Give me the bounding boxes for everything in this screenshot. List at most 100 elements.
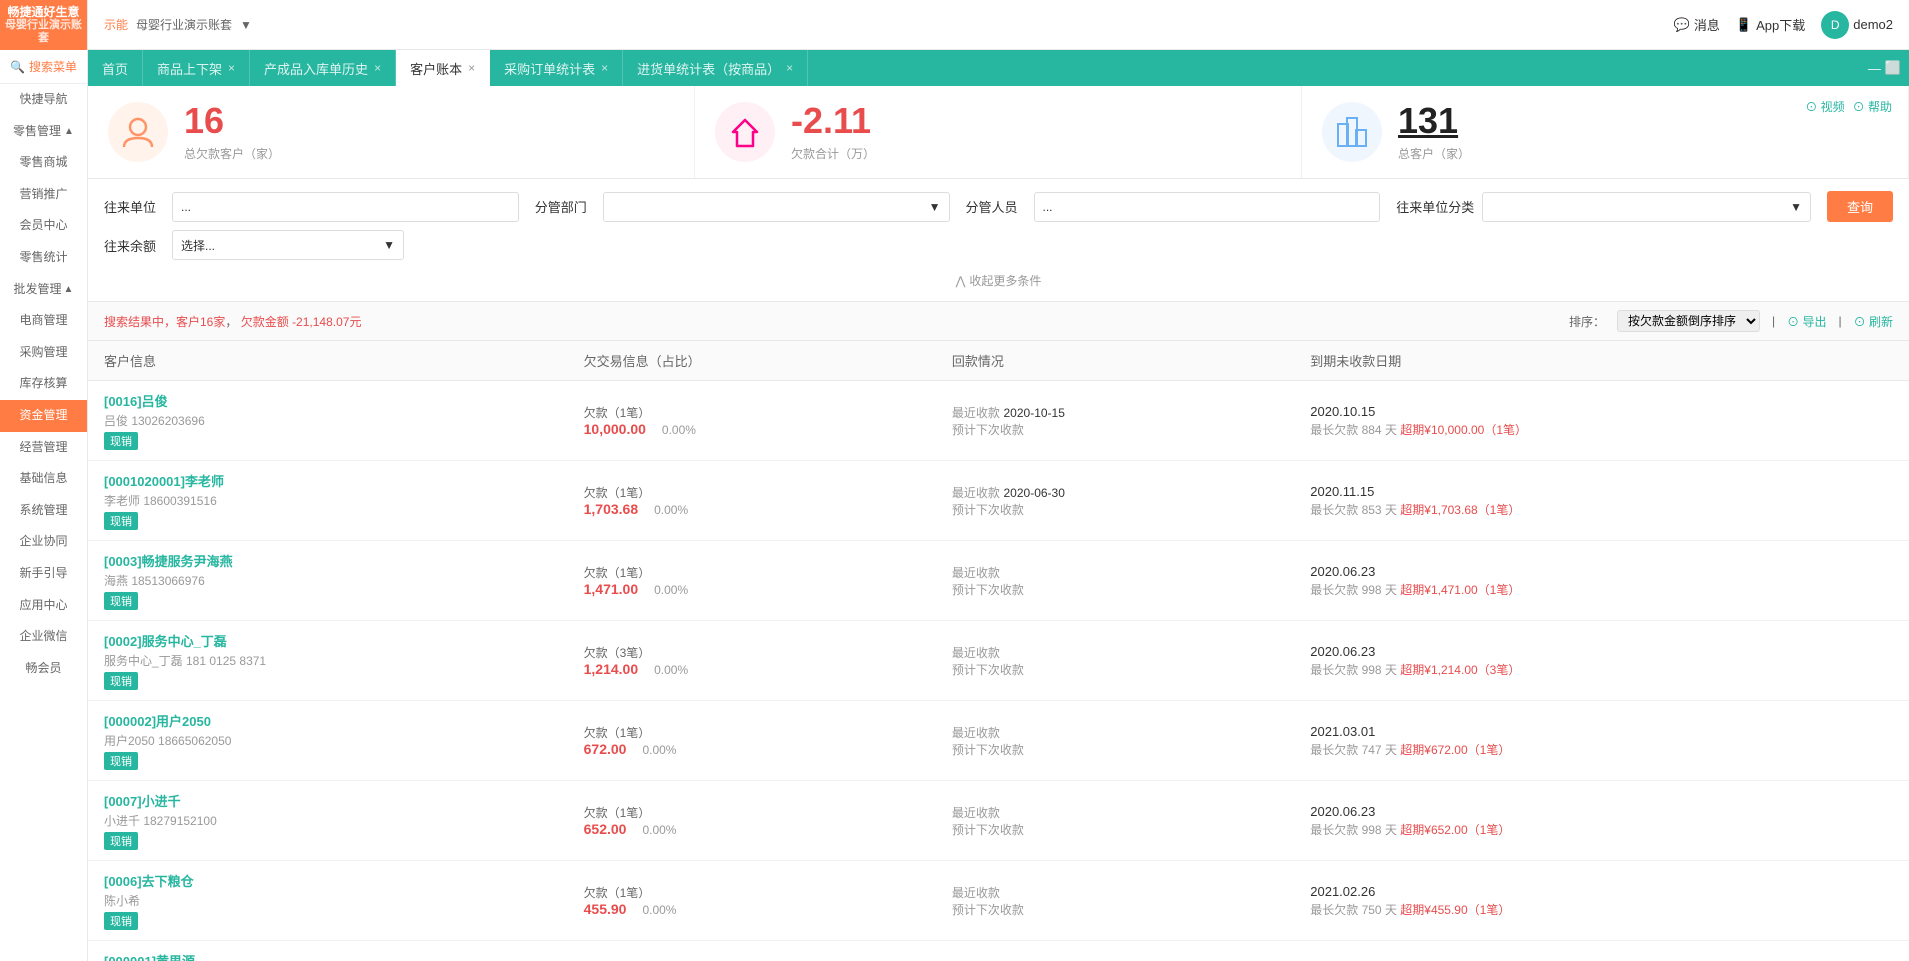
- tab-bar: 首页 商品上下架 × 产成品入库单历史 × 客户账本 × 采购订单统计表 × 进…: [88, 50, 1909, 86]
- td-repayment-3: 最近收款 预计下次收款: [936, 621, 1294, 701]
- sidebar-item-operations[interactable]: 经营管理: [0, 432, 87, 464]
- customer-name-link-3[interactable]: [0002]服务中心_丁磊: [104, 631, 552, 650]
- customer-name-link-4[interactable]: [000002]用户2050: [104, 711, 552, 730]
- due-date-3: 2020.06.23: [1310, 644, 1893, 659]
- stat-info-debt-total: -2.11 欠款合计（万）: [791, 103, 875, 162]
- overdue-link-3[interactable]: 超期¥1,214.00（3笔）: [1400, 663, 1520, 677]
- tab-purchase-stats[interactable]: 采购订单统计表 ×: [490, 50, 623, 86]
- sidebar-item-member2[interactable]: 畅会员: [0, 653, 87, 685]
- customer-name-link-0[interactable]: [0016]吕俊: [104, 391, 552, 410]
- debt-amount-5[interactable]: 652.00: [584, 821, 627, 837]
- debt-count-6: 欠款（1笔）: [584, 886, 651, 900]
- sidebar-item-wechat[interactable]: 企业微信: [0, 621, 87, 653]
- sidebar-item-retail-mgmt[interactable]: 零售管理▲: [0, 116, 87, 148]
- customer-contact-6: 陈小希: [104, 892, 552, 909]
- search-menu-button[interactable]: 🔍 搜索菜单: [0, 50, 87, 84]
- message-button[interactable]: 💬 消息: [1674, 15, 1720, 34]
- sidebar-item-wholesale[interactable]: 批发管理▲: [0, 274, 87, 306]
- tab-inbound-stats[interactable]: 进货单统计表（按商品） ×: [623, 50, 808, 86]
- customer-name-link-1[interactable]: [0001020001]李老师: [104, 471, 552, 490]
- tab-customer-ledger[interactable]: 客户账本 ×: [396, 50, 490, 86]
- sidebar-item-member[interactable]: 会员中心: [0, 210, 87, 242]
- tab-purchase-stats-close[interactable]: ×: [601, 61, 608, 75]
- td-customer-2: [0003]畅捷服务尹海燕 海燕 18513066976 现销: [88, 541, 568, 621]
- minimize-icon[interactable]: —: [1868, 61, 1881, 76]
- debt-amount-4[interactable]: 672.00: [584, 741, 627, 757]
- query-button[interactable]: 查询: [1827, 191, 1893, 222]
- sidebar-item-quick-nav[interactable]: 快捷导航: [0, 84, 87, 116]
- debt-ratio-0: 0.00%: [662, 423, 696, 437]
- customer-name-link-5[interactable]: [0007]小进千: [104, 791, 552, 810]
- customer-badge-5: 现销: [104, 832, 138, 850]
- debt-amount-1[interactable]: 1,703.68: [584, 501, 639, 517]
- tab-production-history[interactable]: 产成品入库单历史 ×: [250, 50, 396, 86]
- overdue-link-5[interactable]: 超期¥652.00（1笔）: [1400, 823, 1510, 837]
- due-date-6: 2021.02.26: [1310, 884, 1893, 899]
- customer-name-link-7[interactable]: [000001]黄思源: [104, 951, 552, 961]
- maximize-icon[interactable]: ⬜: [1885, 60, 1901, 76]
- sidebar-item-app-center[interactable]: 应用中心: [0, 590, 87, 622]
- debt-amount-6[interactable]: 455.90: [584, 901, 627, 917]
- debt-count-5: 欠款（1笔）: [584, 806, 651, 820]
- customer-name-link-6[interactable]: [0006]去下粮仓: [104, 871, 552, 890]
- next-label-4: 预计下次收款: [952, 743, 1024, 757]
- refresh-button[interactable]: ⊙ 刷新: [1854, 313, 1893, 330]
- recent-date-1: 2020-06-30: [1004, 486, 1065, 500]
- app-download-button[interactable]: 📱 App下载: [1736, 15, 1805, 34]
- debt-amount-3[interactable]: 1,214.00: [584, 661, 639, 677]
- export-label: 导出: [1802, 315, 1826, 329]
- tab-product-listing-close[interactable]: ×: [228, 61, 235, 75]
- dept-select[interactable]: ▼: [603, 192, 950, 222]
- tab-inbound-stats-close[interactable]: ×: [786, 61, 793, 75]
- debt-amount-0[interactable]: 10,000.00: [584, 421, 646, 437]
- unit-class-select[interactable]: ▼: [1482, 192, 1811, 222]
- overdue-link-4[interactable]: 超期¥672.00（1笔）: [1400, 743, 1510, 757]
- sidebar-item-basic-info[interactable]: 基础信息: [0, 463, 87, 495]
- user-menu[interactable]: D demo2: [1821, 11, 1893, 39]
- collapse-label: 收起更多条件: [969, 272, 1041, 289]
- export-button[interactable]: ⊙ 导出: [1787, 313, 1826, 330]
- debt-ratio-3: 0.00%: [654, 663, 688, 677]
- table-row: [0007]小进千 小进千 18279152100 现销 欠款（1笔） 652.…: [88, 781, 1909, 861]
- td-due-4: 2021.03.01 最长欠款 747 天 超期¥672.00（1笔）: [1294, 701, 1909, 781]
- customer-name-link-2[interactable]: [0003]畅捷服务尹海燕: [104, 551, 552, 570]
- video-button[interactable]: ⊙ 视频: [1805, 98, 1844, 115]
- overdue-link-6[interactable]: 超期¥455.90（1笔）: [1400, 903, 1510, 917]
- customer-contact-0: 吕俊 13026203696: [104, 412, 552, 429]
- overdue-days-3: 最长欠款 998 天: [1310, 663, 1400, 677]
- overdue-link-2[interactable]: 超期¥1,471.00（1笔）: [1400, 583, 1520, 597]
- sidebar-item-enterprise[interactable]: 企业协同: [0, 526, 87, 558]
- td-customer-1: [0001020001]李老师 李老师 18600391516 现销: [88, 461, 568, 541]
- refresh-label: 刷新: [1869, 315, 1893, 329]
- sidebar-item-retail-stats[interactable]: 零售统计: [0, 242, 87, 274]
- collapse-arrow: ⋀: [956, 274, 966, 288]
- sidebar-item-inventory[interactable]: 库存核算: [0, 368, 87, 400]
- sidebar-item-finance[interactable]: 资金管理: [0, 400, 87, 432]
- next-label-0: 预计下次收款: [952, 423, 1024, 437]
- tab-customer-ledger-close[interactable]: ×: [468, 61, 475, 75]
- avatar: D: [1821, 11, 1849, 39]
- dropdown-icon: ▼: [240, 18, 252, 32]
- overdue-link-0[interactable]: 超期¥10,000.00（1笔）: [1400, 423, 1527, 437]
- sidebar: 畅捷通好生意 母婴行业演示账套 🔍 搜索菜单 快捷导航 零售管理▲ 零售商城 营…: [0, 0, 88, 961]
- sidebar-item-system[interactable]: 系统管理: [0, 495, 87, 527]
- balance-select[interactable]: 选择... ▼: [172, 230, 404, 260]
- tab-product-listing[interactable]: 商品上下架 ×: [143, 50, 250, 86]
- sort-select[interactable]: 按欠款金额倒序排序: [1617, 310, 1760, 332]
- sidebar-item-ecommerce[interactable]: 电商管理: [0, 305, 87, 337]
- collapse-filters-button[interactable]: ⋀ 收起更多条件: [104, 268, 1893, 293]
- tab-home[interactable]: 首页: [88, 50, 143, 86]
- overdue-link-1[interactable]: 超期¥1,703.68（1笔）: [1400, 503, 1520, 517]
- sidebar-item-marketing[interactable]: 营销推广: [0, 179, 87, 211]
- sidebar-item-retail-mall[interactable]: 零售商城: [0, 147, 87, 179]
- sidebar-item-guide[interactable]: 新手引导: [0, 558, 87, 590]
- sidebar-item-purchase[interactable]: 采购管理: [0, 337, 87, 369]
- help-button[interactable]: ⊙ 帮助: [1853, 98, 1892, 115]
- person-input[interactable]: ...: [1034, 192, 1381, 222]
- tab-production-history-close[interactable]: ×: [374, 61, 381, 75]
- source-unit-input[interactable]: ...: [172, 192, 519, 222]
- debt-amount-2[interactable]: 1,471.00: [584, 581, 639, 597]
- export-icon: ⊙: [1787, 315, 1799, 329]
- message-icon: 💬: [1674, 17, 1690, 33]
- app-download-label: App下载: [1756, 15, 1805, 34]
